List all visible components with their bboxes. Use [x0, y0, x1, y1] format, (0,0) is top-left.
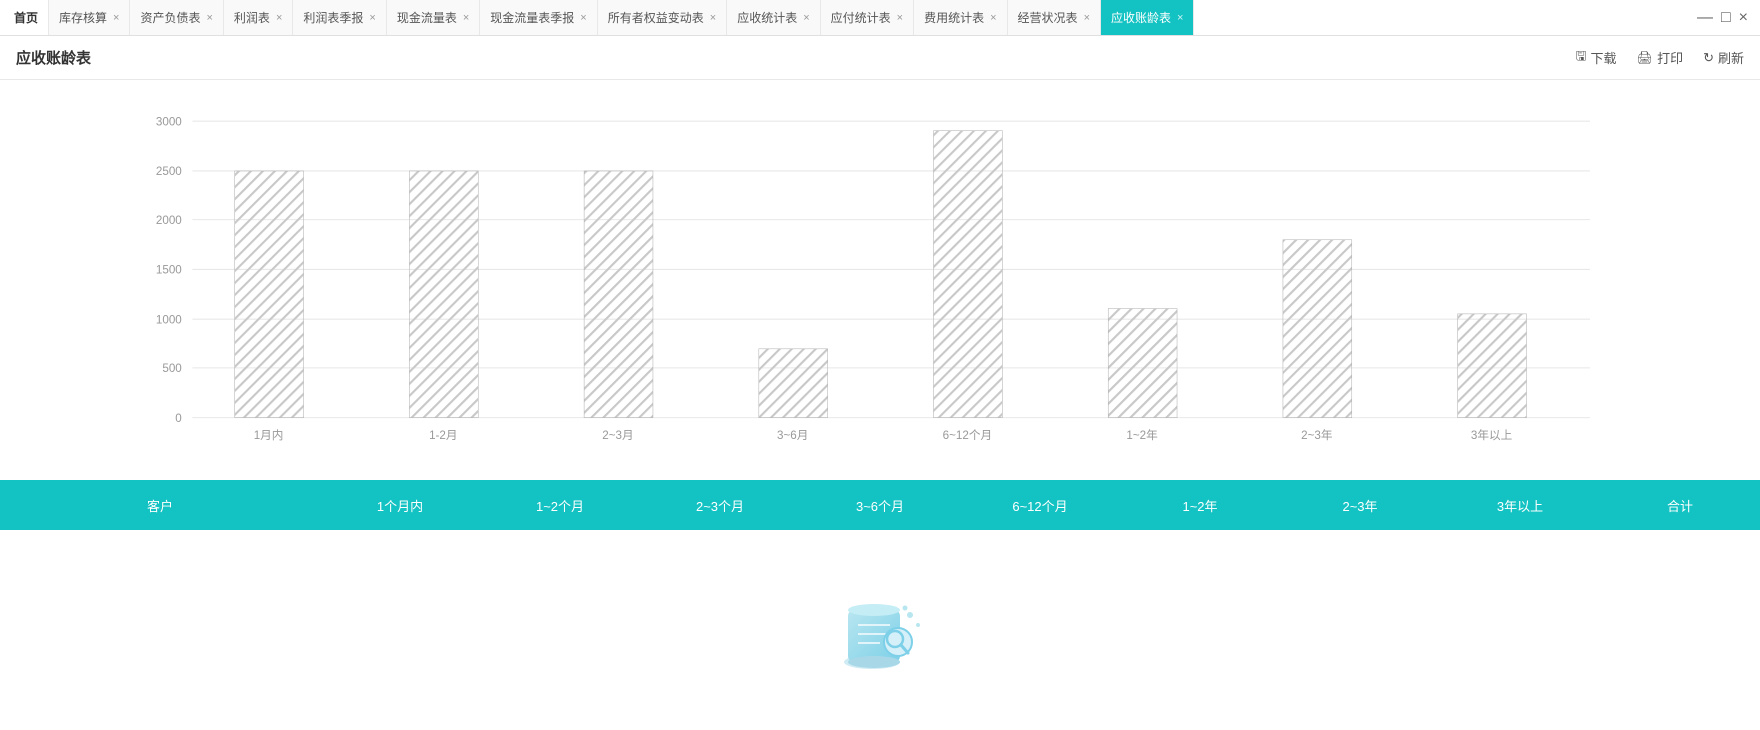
x-label-3: 2~3月 [602, 429, 633, 442]
tab-label-ystjb: 应收统计表 [737, 9, 797, 26]
maximize-button[interactable]: □ [1721, 10, 1731, 26]
bar-2-3月 [584, 171, 653, 418]
table-header-cell-9: 合计 [1600, 480, 1760, 530]
tab-label-yftjb: 应付统计表 [831, 9, 891, 26]
table-header-cell-4: 3~6个月 [800, 480, 960, 530]
table-header-cell-0: 客户 [0, 480, 320, 530]
tab-label-kucun: 库存核算 [59, 9, 107, 26]
tab-close-zcfzb[interactable]: × [206, 12, 212, 24]
bar-3年以上 [1458, 314, 1527, 418]
tab-label-yszhb: 应收账龄表 [1111, 9, 1171, 26]
x-label-5: 6~12个月 [943, 429, 992, 442]
minimize-button[interactable]: — [1697, 10, 1713, 26]
y-label-2000: 2000 [156, 214, 182, 227]
table-header-cell-5: 6~12个月 [960, 480, 1120, 530]
bar-1月内 [235, 171, 304, 418]
bar-2-3年 [1283, 240, 1352, 418]
y-label-1000: 1000 [156, 313, 182, 326]
bar-1-2月 [409, 171, 478, 418]
x-label-7: 2~3年 [1301, 428, 1333, 442]
bar-chart: 0 500 1000 1500 2000 2500 3000 [20, 100, 1720, 460]
main-content: 0 500 1000 1500 2000 2500 3000 [0, 80, 1760, 730]
tab-close-fytjb[interactable]: × [990, 12, 996, 24]
page-header: 应收账龄表 🖫 下载 🖨 打印 ↻ 刷新 [0, 36, 1760, 80]
tab-close-xjllbjb[interactable]: × [580, 12, 586, 24]
tab-label-lrb: 利润表 [234, 9, 270, 26]
tab-kucun[interactable]: 库存核算 × [49, 0, 130, 36]
empty-icon [830, 590, 930, 680]
window-controls: — □ × [1697, 10, 1756, 26]
tab-label-xjllb: 现金流量表 [397, 9, 457, 26]
tab-close-yszhb[interactable]: × [1177, 12, 1183, 24]
tab-label-syzqybdb: 所有者权益变动表 [608, 9, 704, 26]
x-label-4: 3~6月 [777, 429, 808, 442]
x-label-2: 1-2月 [429, 429, 457, 442]
table-header-cell-6: 1~2年 [1120, 480, 1280, 530]
tab-label-fytjb: 费用统计表 [924, 9, 984, 26]
tab-close-jyzkb[interactable]: × [1084, 12, 1090, 24]
tab-label-home: 首页 [14, 9, 38, 26]
print-button[interactable]: 🖨 打印 [1637, 48, 1684, 67]
tab-yftjb[interactable]: 应付统计表 × [821, 0, 914, 36]
bar-1-2年 [1108, 309, 1177, 418]
table-header-cell-8: 3年以上 [1440, 480, 1600, 530]
refresh-icon: ↻ [1703, 50, 1714, 66]
tab-label-zcfzb: 资产负债表 [140, 9, 200, 26]
tab-close-ystjb[interactable]: × [803, 12, 809, 24]
tab-lrb[interactable]: 利润表 × [224, 0, 293, 36]
tab-close-lrbjb[interactable]: × [369, 12, 375, 24]
y-label-2500: 2500 [156, 165, 182, 178]
table-header-cell-1: 1个月内 [320, 480, 480, 530]
empty-state [0, 530, 1760, 730]
table-header: 客户1个月内1~2个月2~3个月3~6个月6~12个月1~2年2~3年3年以上合… [0, 480, 1760, 530]
x-label-8: 3年以上 [1471, 428, 1513, 442]
y-label-3000: 3000 [156, 115, 182, 128]
tab-yszhb[interactable]: 应收账龄表 × [1101, 0, 1194, 36]
tab-close-kucun[interactable]: × [113, 12, 119, 24]
print-icon: 🖨 [1637, 50, 1654, 66]
download-button[interactable]: 🖫 下载 [1575, 47, 1616, 69]
tab-label-jyzkb: 经营状况表 [1018, 9, 1078, 26]
tab-bar: 首页库存核算×资产负债表×利润表×利润表季报×现金流量表×现金流量表季报×所有者… [0, 0, 1760, 36]
tab-label-lrbjb: 利润表季报 [303, 9, 363, 26]
refresh-button[interactable]: ↻ 刷新 [1703, 48, 1744, 67]
tab-ystjb[interactable]: 应收统计表 × [727, 0, 820, 36]
x-label-6: 1~2年 [1126, 428, 1158, 442]
table-header-cell-7: 2~3年 [1280, 480, 1440, 530]
tab-close-syzqybdb[interactable]: × [710, 12, 716, 24]
tab-xjllb[interactable]: 现金流量表 × [387, 0, 480, 36]
y-label-0: 0 [175, 412, 182, 425]
tab-zcfzb[interactable]: 资产负债表 × [130, 0, 223, 36]
close-button[interactable]: × [1739, 10, 1748, 26]
header-actions: 🖫 下载 🖨 打印 ↻ 刷新 [1575, 47, 1744, 69]
tab-xjllbjb[interactable]: 现金流量表季报 × [480, 0, 597, 36]
bar-3-6月 [759, 349, 828, 418]
download-icon: 🖫 [1575, 47, 1586, 69]
tab-syzqybdb[interactable]: 所有者权益变动表 × [598, 0, 727, 36]
table-header-cell-2: 1~2个月 [480, 480, 640, 530]
tab-label-xjllbjb: 现金流量表季报 [490, 9, 574, 26]
x-label-1: 1月内 [254, 428, 284, 442]
tab-close-yftjb[interactable]: × [897, 12, 903, 24]
bar-6-12月 [934, 131, 1003, 418]
chart-area: 0 500 1000 1500 2000 2500 3000 [0, 80, 1760, 480]
tab-close-xjllb[interactable]: × [463, 12, 469, 24]
tab-fytjb[interactable]: 费用统计表 × [914, 0, 1007, 36]
table-header-cell-3: 2~3个月 [640, 480, 800, 530]
y-label-1500: 1500 [156, 264, 182, 277]
y-label-500: 500 [162, 362, 182, 375]
tab-lrbjb[interactable]: 利润表季报 × [293, 0, 386, 36]
tab-jyzkb[interactable]: 经营状况表 × [1008, 0, 1101, 36]
tab-home[interactable]: 首页 [4, 0, 49, 36]
tab-close-lrb[interactable]: × [276, 12, 282, 24]
page-title: 应收账龄表 [16, 47, 91, 68]
